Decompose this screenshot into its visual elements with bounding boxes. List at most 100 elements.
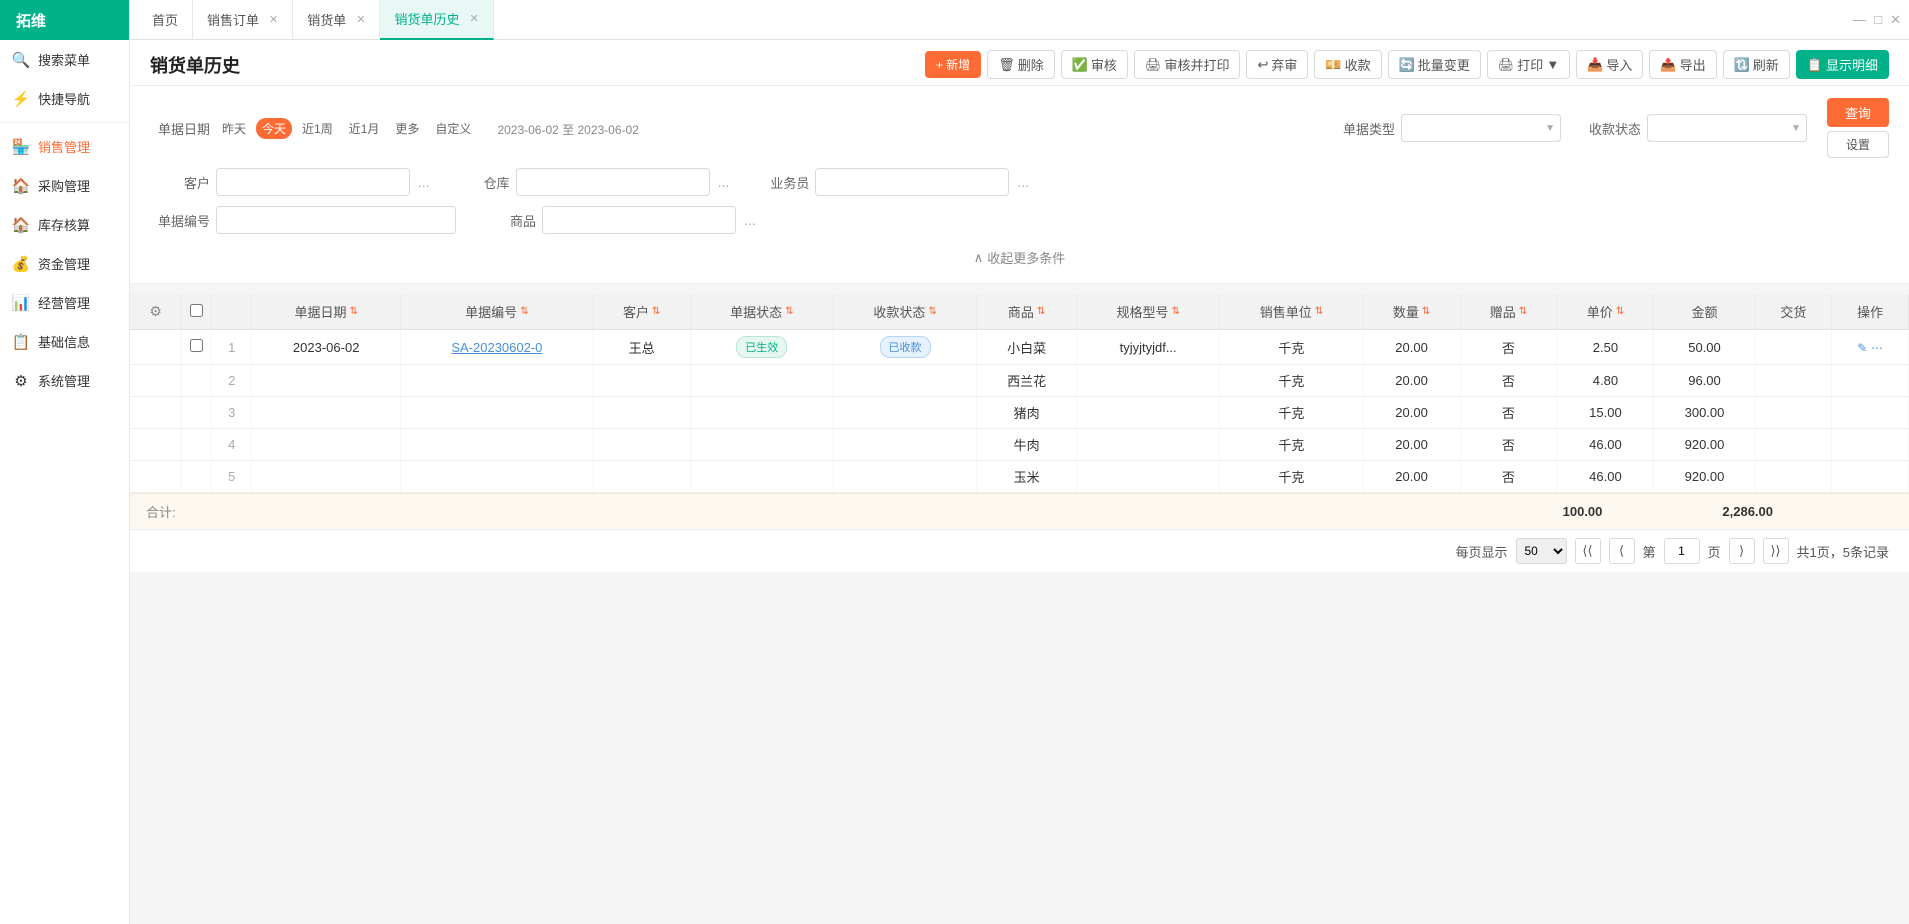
date-shortcut-today[interactable]: 今天 <box>256 118 292 139</box>
tab-home-label: 首页 <box>152 10 178 29</box>
td-docstatus-3 <box>690 429 833 461</box>
td-spec-1 <box>1077 365 1220 397</box>
td-spec-3 <box>1077 429 1220 461</box>
td-paymentstatus-2 <box>833 397 976 429</box>
td-checkbox-2 <box>182 397 212 429</box>
sort-goods-icon: ⇅ <box>1037 306 1045 317</box>
td-goods-1: 西兰花 <box>977 365 1077 397</box>
th-settings[interactable]: ⚙ <box>130 294 182 330</box>
approve-print-button[interactable]: 🖨 审核并打印 <box>1134 50 1241 79</box>
delete-button[interactable]: 🗑 删除 <box>987 50 1055 79</box>
sidebar-item-purchase[interactable]: 🏠 采购管理 <box>0 166 129 205</box>
footer-amount-total: 2,286.00 <box>1722 504 1773 519</box>
date-shortcut-more[interactable]: 更多 <box>389 118 425 139</box>
page-next[interactable]: ⟩ <box>1729 538 1755 564</box>
collect-label: 收款 <box>1345 55 1371 74</box>
sidebar-item-operations[interactable]: 📊 经营管理 <box>0 283 129 322</box>
new-button[interactable]: + 新增 <box>925 51 981 78</box>
date-shortcut-custom[interactable]: 自定义 <box>429 118 477 139</box>
export-button[interactable]: 📤 导出 <box>1649 50 1716 79</box>
collapse-button[interactable]: ∧ 收起更多条件 <box>150 244 1889 271</box>
filter-customer-ellipsis[interactable]: ... <box>418 174 430 190</box>
filter-docno-input[interactable] <box>216 206 456 234</box>
tab-delivery[interactable]: 销货单 ✕ <box>293 0 380 40</box>
th-spec[interactable]: 规格型号⇅ <box>1077 294 1220 330</box>
filter-customer-input[interactable] <box>216 168 410 196</box>
refresh-button[interactable]: 🔃 刷新 <box>1723 50 1790 79</box>
filter-goods-input[interactable] <box>542 206 736 234</box>
th-qty[interactable]: 数量⇅ <box>1363 294 1460 330</box>
tab-history[interactable]: 销货单历史 ✕ <box>380 0 493 40</box>
setting-button[interactable]: 设置 <box>1827 131 1889 158</box>
page-last[interactable]: ⟩⟩ <box>1763 538 1789 564</box>
date-shortcut-week[interactable]: 近1周 <box>296 118 339 139</box>
date-shortcut-month[interactable]: 近1月 <box>343 118 386 139</box>
per-page-label: 每页显示 <box>1455 542 1507 561</box>
approve-button[interactable]: ✅ 审核 <box>1061 50 1128 79</box>
sidebar-item-sales[interactable]: 🏪 销售管理 <box>0 127 129 166</box>
th-goods[interactable]: 商品⇅ <box>977 294 1077 330</box>
per-page-select[interactable]: 50 100 200 <box>1516 538 1567 564</box>
action-delete-0[interactable]: ⋯ <box>1871 341 1883 355</box>
th-docstatus[interactable]: 单据状态⇅ <box>690 294 833 330</box>
th-docno[interactable]: 单据编号⇅ <box>401 294 594 330</box>
th-customer[interactable]: 客户⇅ <box>593 294 690 330</box>
filter-type-select[interactable] <box>1401 114 1561 142</box>
show-detail-icon: 📋 <box>1807 57 1823 73</box>
td-transaction-1 <box>1755 365 1832 397</box>
docno-link-0[interactable]: SA-20230602-0 <box>451 340 542 355</box>
td-checkbox-4 <box>182 461 212 493</box>
sidebar-item-nav[interactable]: ⚡ 快捷导航 <box>0 79 129 118</box>
batch-change-button[interactable]: 🔄 批量变更 <box>1388 50 1481 79</box>
th-price[interactable]: 单价⇅ <box>1557 294 1654 330</box>
action-edit-0[interactable]: ✎ <box>1857 341 1867 355</box>
print-button[interactable]: 🖨 打印 ▼ <box>1487 50 1570 79</box>
page-input[interactable] <box>1664 538 1700 564</box>
filter-docno-label: 单据编号 <box>150 211 210 230</box>
sidebar-item-inventory[interactable]: 🏠 库存核算 <box>0 205 129 244</box>
date-shortcut-yesterday[interactable]: 昨天 <box>216 118 252 139</box>
th-date[interactable]: 单据日期⇅ <box>252 294 401 330</box>
th-gift-label: 赠品 <box>1490 302 1516 321</box>
td-action-0: ✎ ⋯ <box>1832 330 1909 365</box>
show-detail-button[interactable]: 📋 显示明细 <box>1796 50 1889 79</box>
row-checkbox-0[interactable] <box>190 339 203 352</box>
page-prev[interactable]: ⟨ <box>1609 538 1635 564</box>
filter-staff-input[interactable] <box>815 168 1009 196</box>
th-spec-label: 规格型号 <box>1116 302 1168 321</box>
filter-staff-ellipsis[interactable]: ... <box>1017 174 1029 190</box>
page-title: 销货单历史 <box>150 52 240 78</box>
sidebar-item-system[interactable]: ⚙ 系统管理 <box>0 361 129 400</box>
import-button[interactable]: 📥 导入 <box>1576 50 1643 79</box>
tab-home[interactable]: 首页 <box>138 0 193 40</box>
filter-warehouse-input[interactable] <box>516 168 710 196</box>
tab-sales-order[interactable]: 销售订单 ✕ <box>193 0 293 40</box>
filter-type-select-wrap <box>1401 114 1561 142</box>
window-maximize[interactable]: □ <box>1874 12 1882 27</box>
window-close[interactable]: ✕ <box>1890 12 1901 28</box>
pagination: 每页显示 50 100 200 ⟨⟨ ⟨ 第 页 ⟩ ⟩⟩ 共1页，5条记录 <box>130 529 1909 572</box>
query-button[interactable]: 查询 <box>1827 98 1889 127</box>
filter-docno-item: 单据编号 <box>150 206 456 234</box>
sort-price-icon: ⇅ <box>1616 306 1624 317</box>
tab-sales-order-close[interactable]: ✕ <box>269 13 278 26</box>
tab-delivery-close[interactable]: ✕ <box>356 13 365 26</box>
select-all-checkbox[interactable] <box>190 304 203 317</box>
page-first[interactable]: ⟨⟨ <box>1575 538 1601 564</box>
nav-icon: ⚡ <box>12 90 30 108</box>
sidebar-item-search[interactable]: 🔍 搜索菜单 <box>0 40 129 79</box>
collect-button[interactable]: 💴 收款 <box>1314 50 1381 79</box>
filter-payment-select[interactable] <box>1647 114 1807 142</box>
th-gift[interactable]: 赠品⇅ <box>1460 294 1557 330</box>
td-customer-1 <box>593 365 690 397</box>
filter-goods-ellipsis[interactable]: ... <box>744 212 756 228</box>
td-checkbox-1 <box>182 365 212 397</box>
abandon-button[interactable]: ↩ 弃审 <box>1246 50 1308 79</box>
filter-warehouse-ellipsis[interactable]: ... <box>718 174 730 190</box>
th-paymentstatus[interactable]: 收款状态⇅ <box>833 294 976 330</box>
sidebar-item-finance[interactable]: 💰 资金管理 <box>0 244 129 283</box>
window-minimize[interactable]: — <box>1853 12 1866 27</box>
sidebar-item-basic[interactable]: 📋 基础信息 <box>0 322 129 361</box>
tab-history-close[interactable]: ✕ <box>470 12 479 25</box>
th-unit[interactable]: 销售单位⇅ <box>1220 294 1363 330</box>
